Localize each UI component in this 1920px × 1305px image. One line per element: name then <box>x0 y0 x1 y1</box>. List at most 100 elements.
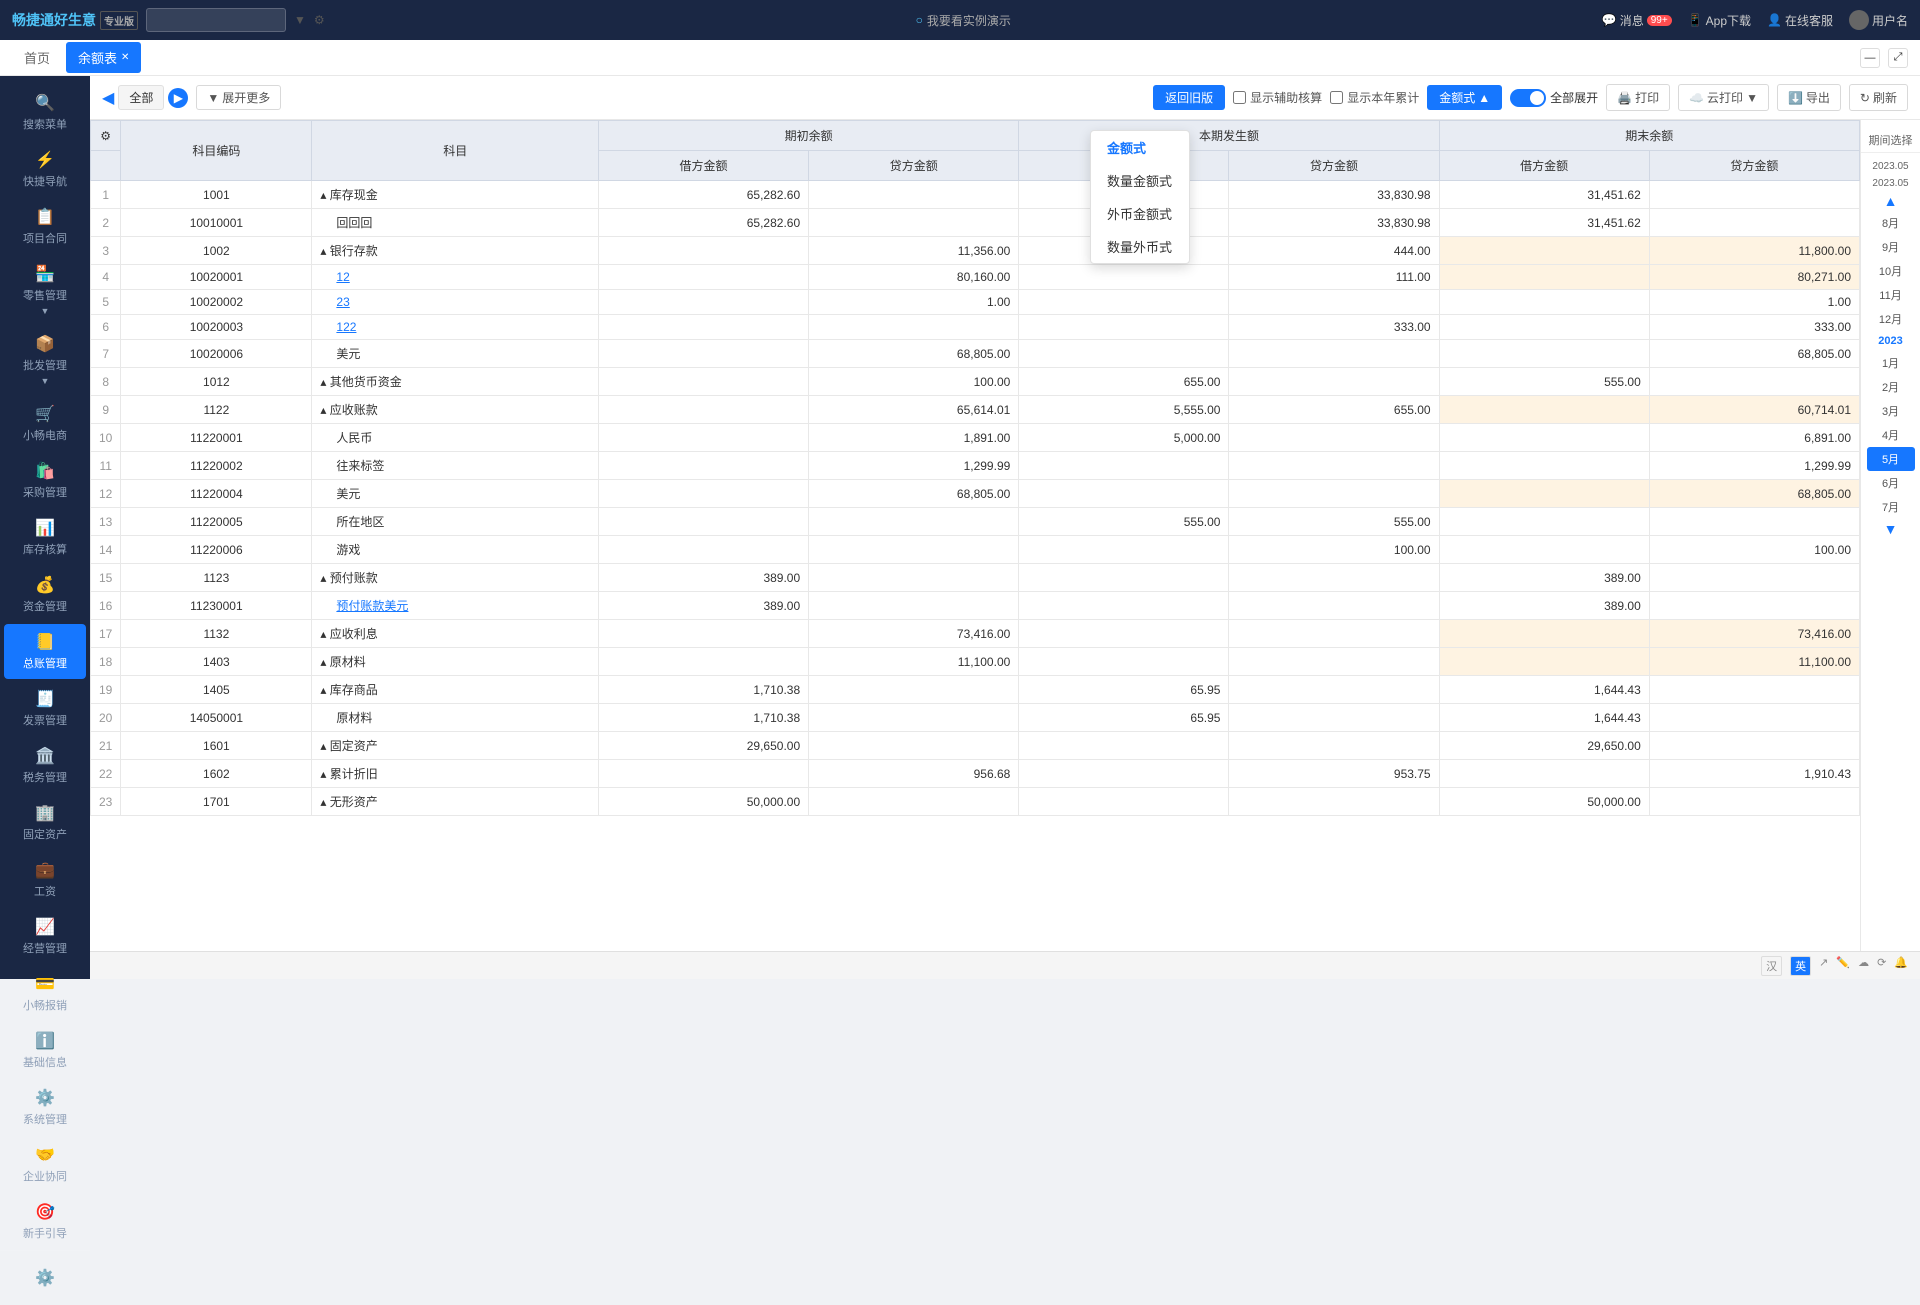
invoice-icon: 🧾 <box>35 689 55 709</box>
row-open-credit <box>809 676 1019 704</box>
lang-zh-btn[interactable]: 汉 <box>1761 956 1782 976</box>
return-old-btn[interactable]: 返回旧版 <box>1153 85 1225 110</box>
row-close-debit: 389.00 <box>1439 564 1649 592</box>
month-item[interactable]: 10月 <box>1867 259 1915 283</box>
sidebar-item-tax[interactable]: 🏛️ 税务管理 <box>4 738 86 793</box>
sidebar-item-base[interactable]: ℹ️ 基础信息 <box>4 1023 86 1078</box>
row-name-link[interactable]: 23 <box>336 295 349 309</box>
settings-icon[interactable]: ⚙ <box>314 13 325 27</box>
sidebar-settings-btn[interactable]: ⚙️ <box>8 1260 82 1296</box>
sidebar-item-wholesale[interactable]: 📦 批发管理 ▼ <box>4 326 86 394</box>
tab-balance[interactable]: 余额表 ✕ <box>66 42 141 73</box>
row-close-debit: 50,000.00 <box>1439 788 1649 816</box>
mode-btn[interactable]: 金额式 ▲ <box>1427 85 1502 110</box>
ytd-checkbox[interactable] <box>1330 91 1343 104</box>
sidebar-item-assets[interactable]: 🏢 固定资产 <box>4 795 86 850</box>
row-open-credit: 1,891.00 <box>809 424 1019 452</box>
row-open-debit <box>598 424 808 452</box>
online-service-btn[interactable]: 👤 在线客服 <box>1767 12 1833 29</box>
month-item[interactable]: 6月 <box>1867 471 1915 495</box>
dropdown-item-foreign-amount[interactable]: 外币金额式 <box>1091 197 1189 230</box>
sidebar-item-inventory[interactable]: 📊 库存核算 <box>4 510 86 565</box>
month-item[interactable]: 9月 <box>1867 235 1915 259</box>
expand-more-btn[interactable]: ▼ 展开更多 <box>196 85 281 110</box>
sidebar-item-expense[interactable]: 💳 小畅报销 <box>4 966 86 1021</box>
row-code: 11220006 <box>121 536 312 564</box>
col-settings-header[interactable]: ⚙ <box>91 121 121 151</box>
ytd-checkbox-label[interactable]: 显示本年累计 <box>1330 89 1419 106</box>
month-down-btn[interactable]: ▼ <box>1861 521 1920 537</box>
row-cur-credit <box>1229 340 1439 368</box>
row-num: 16 <box>91 592 121 620</box>
month-item[interactable]: 2月 <box>1867 375 1915 399</box>
tab-minimize-btn[interactable]: — <box>1860 48 1880 68</box>
sidebar-item-system[interactable]: ⚙️ 系统管理 <box>4 1080 86 1135</box>
month-item[interactable]: 8月 <box>1867 211 1915 235</box>
breadcrumb-all[interactable]: 全部 <box>118 85 164 110</box>
sidebar-item-search[interactable]: 🔍 搜索菜单 <box>4 85 86 140</box>
sidebar-item-salary[interactable]: 💼 工资 <box>4 852 86 907</box>
row-name-link[interactable]: 12 <box>336 270 349 284</box>
sidebar-item-management[interactable]: 📈 经营管理 <box>4 909 86 964</box>
sidebar-item-collab[interactable]: 🤝 企业协同 <box>4 1137 86 1192</box>
lang-en-btn[interactable]: 英 <box>1790 956 1811 976</box>
sidebar-item-retail[interactable]: 🏪 零售管理 ▼ <box>4 256 86 324</box>
cloud-print-btn[interactable]: ☁️ 云打印 ▼ <box>1678 84 1769 111</box>
month-item[interactable]: 4月 <box>1867 423 1915 447</box>
sidebar-item-guide[interactable]: 🎯 新手引导 <box>4 1194 86 1249</box>
row-name: ▴ 银行存款 <box>312 237 599 265</box>
row-name-link[interactable]: 122 <box>336 320 356 334</box>
sidebar-item-finance[interactable]: 💰 资金管理 <box>4 567 86 622</box>
auxiliary-checkbox[interactable] <box>1233 91 1246 104</box>
export-btn[interactable]: ⬇️ 导出 <box>1777 84 1841 111</box>
sidebar-item-ledger[interactable]: 📒 总账管理 <box>4 624 86 679</box>
tab-home[interactable]: 首页 <box>12 42 62 73</box>
refresh-btn[interactable]: ↻ 刷新 <box>1849 84 1908 111</box>
nav-prev-btn[interactable]: ◀ <box>102 88 114 108</box>
month-item[interactable]: 3月 <box>1867 399 1915 423</box>
row-num: 19 <box>91 676 121 704</box>
month-up-btn[interactable]: ▲ <box>1861 193 1920 209</box>
nav-next-btn[interactable]: ▶ <box>168 88 188 108</box>
tax-icon: 🏛️ <box>35 746 55 766</box>
sidebar-item-ecommerce[interactable]: 🛒 小畅电商 <box>4 396 86 451</box>
app-download-btn[interactable]: 📱 App下载 <box>1688 12 1751 29</box>
month-item[interactable]: 12月 <box>1867 307 1915 331</box>
auxiliary-checkbox-label[interactable]: 显示辅助核算 <box>1233 89 1322 106</box>
row-name-text: ▴ 应收利息 <box>320 627 377 641</box>
month-item[interactable]: 2023 <box>1867 331 1915 351</box>
user-avatar <box>1849 10 1869 30</box>
row-close-debit <box>1439 452 1649 480</box>
user-btn[interactable]: 用户名 <box>1849 10 1908 30</box>
tab-expand-btn[interactable]: ⤢ <box>1888 48 1908 68</box>
month-item[interactable]: 1月 <box>1867 351 1915 375</box>
top-search-input[interactable] <box>146 8 286 32</box>
tab-close-icon[interactable]: ✕ <box>121 52 129 63</box>
month-item[interactable]: 7月 <box>1867 495 1915 519</box>
message-label: 消息 <box>1620 12 1644 29</box>
month-item[interactable]: 5月 <box>1867 447 1915 471</box>
sidebar-item-purchase[interactable]: 🛍️ 采购管理 <box>4 453 86 508</box>
row-close-debit <box>1439 508 1649 536</box>
message-icon: 💬 <box>1602 13 1617 27</box>
expand-all-switch[interactable] <box>1510 89 1546 107</box>
dropdown-item-qty-foreign[interactable]: 数量外币式 <box>1091 230 1189 263</box>
dropdown-item-qty-amount[interactable]: 数量金额式 <box>1091 164 1189 197</box>
sidebar-item-contracts[interactable]: 📋 项目合同 <box>4 199 86 254</box>
months-container: 8月9月10月11月12月20231月2月3月4月5月6月7月 <box>1867 211 1915 519</box>
dropdown-item-amount[interactable]: 金额式 <box>1091 131 1189 164</box>
sidebar-item-quicknav[interactable]: ⚡ 快捷导航 <box>4 142 86 197</box>
row-open-debit <box>598 315 808 340</box>
row-cur-credit: 100.00 <box>1229 536 1439 564</box>
demo-link[interactable]: 我要看实例演示 <box>927 12 1011 29</box>
message-btn[interactable]: 💬 消息 99+ <box>1602 12 1672 29</box>
col-close-credit-header: 贷方金额 <box>1649 151 1859 181</box>
tab-home-label: 首页 <box>24 48 50 67</box>
row-code: 1602 <box>121 760 312 788</box>
sidebar-item-invoice[interactable]: 🧾 发票管理 <box>4 681 86 736</box>
search-dropdown-icon[interactable]: ▼ <box>294 13 306 27</box>
month-item[interactable]: 11月 <box>1867 283 1915 307</box>
row-name-link[interactable]: 预付账款美元 <box>336 599 408 613</box>
print-btn[interactable]: 🖨️ 打印 <box>1606 84 1670 111</box>
assets-icon: 🏢 <box>35 803 55 823</box>
